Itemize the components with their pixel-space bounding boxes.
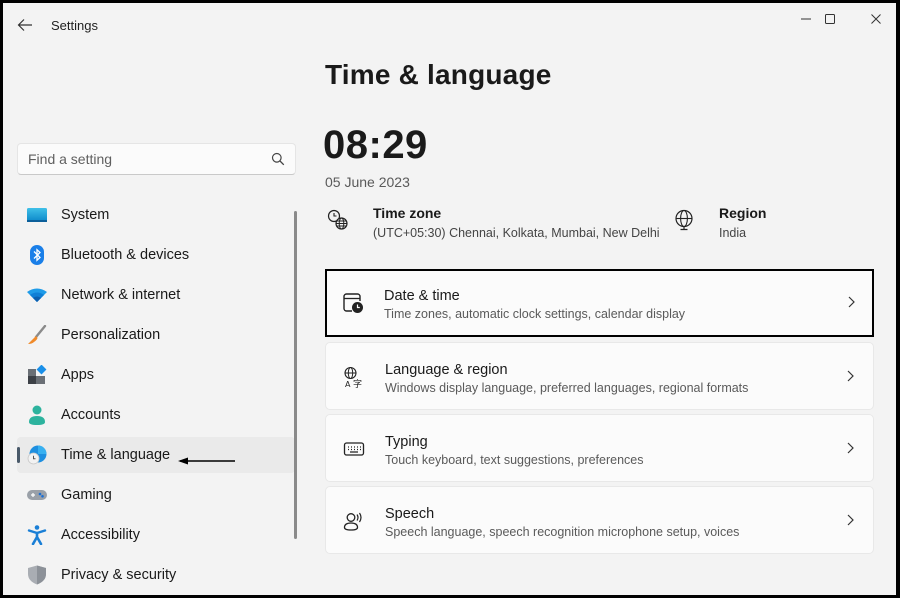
card-subtitle: Touch keyboard, text suggestions, prefer… xyxy=(385,453,644,467)
back-arrow-icon xyxy=(17,19,32,31)
chevron-right-icon xyxy=(847,442,854,454)
apps-icon xyxy=(28,365,47,384)
close-icon xyxy=(871,14,881,24)
annotation-arrow-icon xyxy=(178,457,235,465)
page-title: Time & language xyxy=(325,59,552,90)
search-icon xyxy=(271,152,285,166)
sidebar-item-network[interactable]: Network & internet xyxy=(17,277,295,313)
sidebar-item-privacy[interactable]: Privacy & security xyxy=(17,557,295,593)
current-date: 05 June 2023 xyxy=(325,174,410,190)
time-zone-icon xyxy=(327,209,348,230)
region-value: India xyxy=(719,226,747,240)
settings-window: Settings System Bluetooth & devices Netw… xyxy=(3,3,896,595)
person-icon xyxy=(29,405,45,425)
card-title: Language & region xyxy=(385,362,508,378)
calendar-clock-icon xyxy=(343,293,363,313)
accessibility-icon xyxy=(27,525,47,545)
card-title: Date & time xyxy=(384,288,460,304)
sidebar-item-system[interactable]: System xyxy=(17,197,295,233)
keyboard-icon xyxy=(343,442,365,456)
card-title: Typing xyxy=(385,434,428,450)
typing-card[interactable]: Typing Touch keyboard, text suggestions,… xyxy=(325,414,874,482)
sidebar-item-label: Time & language xyxy=(61,447,171,463)
sidebar-item-label: Network & internet xyxy=(61,287,181,303)
sidebar-item-accessibility[interactable]: Accessibility xyxy=(17,517,295,553)
shield-icon xyxy=(28,565,46,585)
app-title: Settings xyxy=(51,18,98,33)
card-subtitle: Speech language, speech recognition micr… xyxy=(385,525,740,539)
region-label: Region xyxy=(719,205,767,221)
svg-text:字: 字 xyxy=(353,378,362,388)
language-icon: A字 xyxy=(344,366,362,388)
bluetooth-icon xyxy=(30,245,44,265)
globe-icon xyxy=(675,209,693,231)
sidebar-item-apps[interactable]: Apps xyxy=(17,357,295,393)
maximize-button[interactable] xyxy=(808,5,852,33)
sidebar-item-accounts[interactable]: Accounts xyxy=(17,397,295,433)
globe-clock-icon xyxy=(27,445,47,465)
close-button[interactable] xyxy=(854,5,896,33)
language-region-card[interactable]: A字 Language & region Windows display lan… xyxy=(325,342,874,410)
search-box[interactable] xyxy=(17,143,296,175)
sidebar-item-label: Accessibility xyxy=(61,527,140,543)
sidebar-scrollbar[interactable] xyxy=(294,211,297,539)
sidebar-item-bluetooth[interactable]: Bluetooth & devices xyxy=(17,237,295,273)
date-time-card[interactable]: Date & time Time zones, automatic clock … xyxy=(325,269,874,337)
chevron-right-icon xyxy=(847,514,854,526)
card-subtitle: Windows display language, preferred lang… xyxy=(385,381,749,395)
active-indicator xyxy=(17,447,20,463)
sidebar-item-label: Accounts xyxy=(61,407,121,423)
chevron-right-icon xyxy=(847,370,854,382)
speech-card[interactable]: Speech Speech language, speech recogniti… xyxy=(325,486,874,554)
chevron-right-icon xyxy=(848,296,855,308)
speech-icon xyxy=(343,512,362,531)
current-time: 08:29 xyxy=(323,123,428,167)
sidebar-item-label: System xyxy=(61,207,110,223)
sidebar-item-label: Gaming xyxy=(61,487,112,503)
sidebar-item-personalization[interactable]: Personalization xyxy=(17,317,295,353)
back-button[interactable] xyxy=(13,15,37,35)
sidebar-item-label: Personalization xyxy=(61,327,161,343)
sidebar-item-gaming[interactable]: Gaming xyxy=(17,477,295,513)
card-title: Speech xyxy=(385,506,435,522)
card-subtitle: Time zones, automatic clock settings, ca… xyxy=(384,307,686,321)
title-bar: Settings xyxy=(3,3,896,47)
svg-text:A: A xyxy=(345,380,351,388)
system-monitor-icon xyxy=(27,208,47,222)
gamepad-icon xyxy=(27,490,47,500)
wifi-icon xyxy=(27,288,47,302)
sidebar-nav: System Bluetooth & devices Network & int… xyxy=(17,197,295,595)
maximize-icon xyxy=(825,14,835,24)
sidebar-item-label: Privacy & security xyxy=(61,567,177,583)
time-zone-label: Time zone xyxy=(373,205,442,221)
time-zone-value: (UTC+05:30) Chennai, Kolkata, Mumbai, Ne… xyxy=(373,226,660,240)
sidebar-item-label: Bluetooth & devices xyxy=(61,247,190,263)
search-input[interactable] xyxy=(18,144,258,174)
paintbrush-icon xyxy=(28,325,47,344)
sidebar-item-time-language[interactable]: Time & language xyxy=(17,437,295,473)
sidebar-item-label: Apps xyxy=(61,367,95,383)
